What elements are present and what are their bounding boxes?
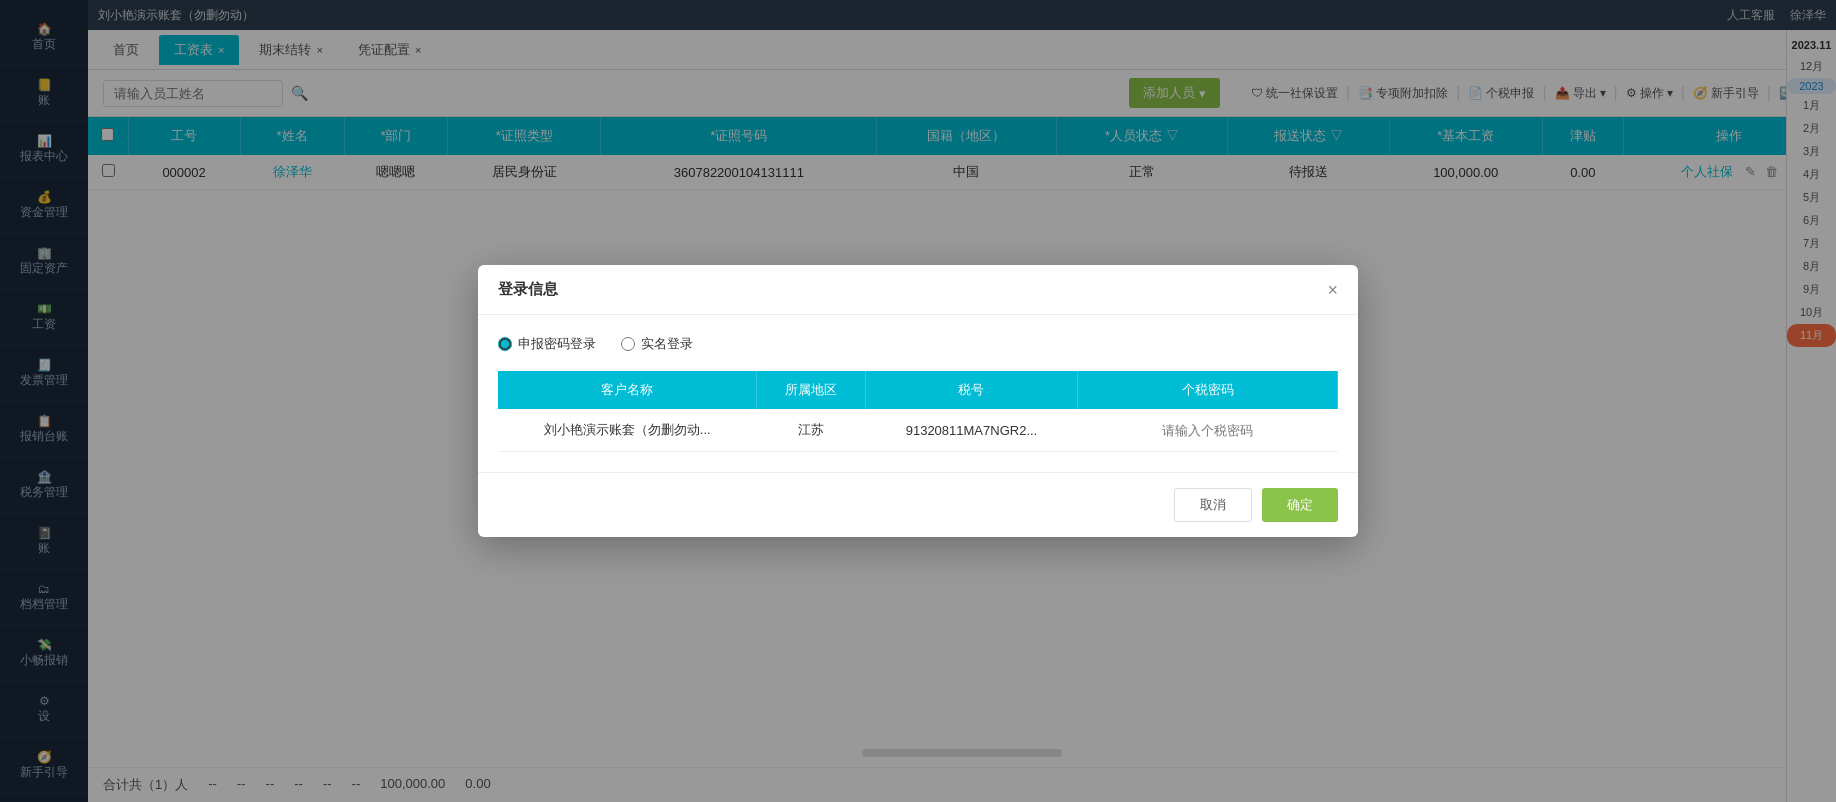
dialog-confirm-button[interactable]: 确定 bbox=[1262, 488, 1338, 522]
overlay: 登录信息 × 申报密码登录 实名登录 客户名称 所属地区 bbox=[0, 0, 1836, 802]
dialog-client-name: 刘小艳演示账套（勿删勿动... bbox=[498, 409, 756, 452]
dialog-body: 申报密码登录 实名登录 客户名称 所属地区 税号 个税密码 bbox=[478, 315, 1358, 472]
dialog-table: 客户名称 所属地区 税号 个税密码 刘小艳演示账套（勿删勿动... 江苏 913… bbox=[498, 371, 1338, 452]
dialog-cancel-button[interactable]: 取消 bbox=[1174, 488, 1252, 522]
dialog-col-tax-number: 税号 bbox=[865, 371, 1077, 409]
dialog-tax-password-input[interactable] bbox=[1093, 423, 1323, 438]
dialog-col-tax-password: 个税密码 bbox=[1078, 371, 1338, 409]
dialog-tax-password-cell bbox=[1078, 409, 1338, 452]
dialog-header: 登录信息 × bbox=[478, 265, 1358, 315]
dialog-close-button[interactable]: × bbox=[1327, 281, 1338, 299]
radio-realname-login[interactable]: 实名登录 bbox=[621, 335, 693, 353]
radio-password-login[interactable]: 申报密码登录 bbox=[498, 335, 596, 353]
radio-realname-login-input[interactable] bbox=[621, 337, 635, 351]
login-dialog: 登录信息 × 申报密码登录 实名登录 客户名称 所属地区 bbox=[478, 265, 1358, 537]
dialog-col-region: 所属地区 bbox=[756, 371, 865, 409]
dialog-col-client: 客户名称 bbox=[498, 371, 756, 409]
dialog-region: 江苏 bbox=[756, 409, 865, 452]
dialog-footer: 取消 确定 bbox=[478, 472, 1358, 537]
dialog-title: 登录信息 bbox=[498, 280, 558, 299]
login-type-radio-group: 申报密码登录 实名登录 bbox=[498, 335, 1338, 353]
dialog-tax-number: 91320811MA7NGR2... bbox=[865, 409, 1077, 452]
dialog-table-row: 刘小艳演示账套（勿删勿动... 江苏 91320811MA7NGR2... bbox=[498, 409, 1338, 452]
radio-password-login-input[interactable] bbox=[498, 337, 512, 351]
